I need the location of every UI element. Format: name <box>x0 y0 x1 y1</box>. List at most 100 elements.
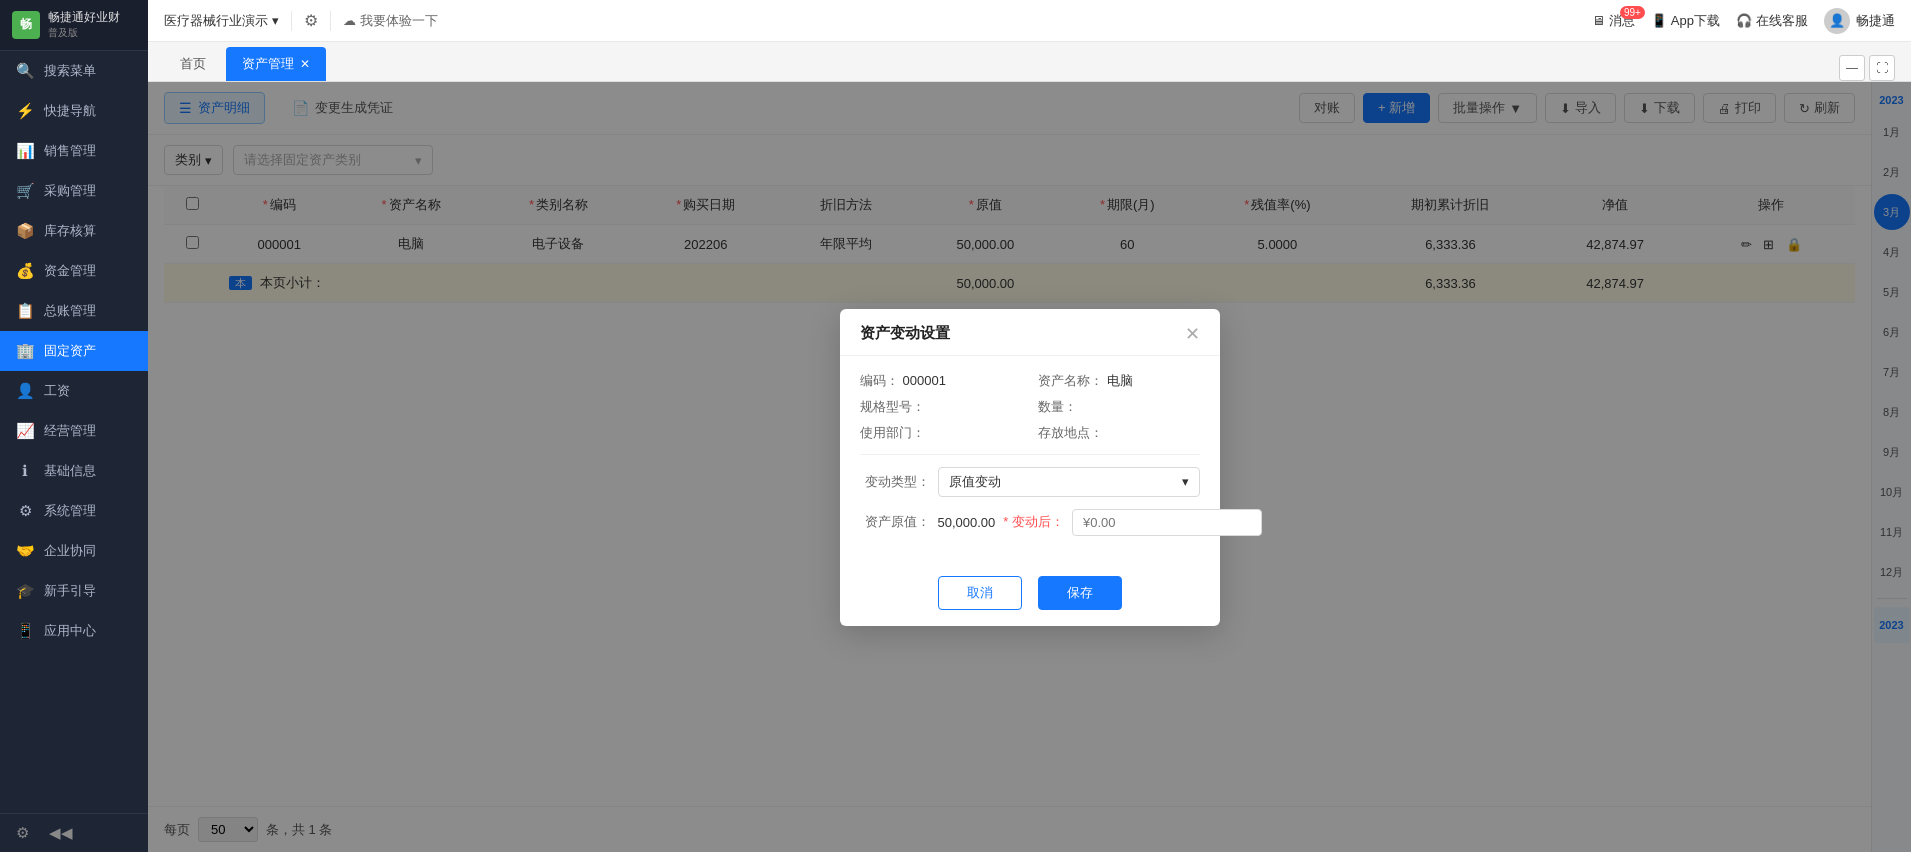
sidebar-item-label: 经营管理 <box>44 422 96 440</box>
save-button[interactable]: 保存 <box>1038 576 1122 610</box>
app-title: 畅捷通好业财 <box>48 10 120 26</box>
tabbar: 首页 资产管理 ✕ — ⛶ <box>148 42 1911 82</box>
asset-name-value: 电脑 <box>1107 372 1133 390</box>
sidebar-item-purchase[interactable]: 🛒 采购管理 <box>0 171 148 211</box>
modal-body: 编码： 000001 资产名称： 电脑 规格型号： 数量： <box>840 356 1220 564</box>
sidebar-nav: 🔍 搜索菜单 ⚡ 快捷导航 📊 销售管理 🛒 采购管理 📦 库存核算 💰 资金管… <box>0 51 148 813</box>
trial-text: 我要体验一下 <box>360 12 438 30</box>
app-download-btn[interactable]: 📱 App下载 <box>1651 12 1720 30</box>
purchase-icon: 🛒 <box>16 182 34 200</box>
sidebar-item-label: 企业协同 <box>44 542 96 560</box>
sidebar-item-sales[interactable]: 📊 销售管理 <box>0 131 148 171</box>
after-change-label: * 变动后： <box>1003 513 1064 531</box>
asset-value-label: 资产原值： <box>860 513 930 531</box>
online-service-label: 在线客服 <box>1756 12 1808 30</box>
sidebar-item-corp-collab[interactable]: 🤝 企业协同 <box>0 531 148 571</box>
sidebar-item-inventory[interactable]: 📦 库存核算 <box>0 211 148 251</box>
sidebar-item-label: 库存核算 <box>44 222 96 240</box>
guide-icon: 🎓 <box>16 582 34 600</box>
change-type-select[interactable]: 原值变动 ▾ <box>938 467 1200 497</box>
window-minimize-btn[interactable]: — <box>1839 55 1865 81</box>
collapse-icon[interactable]: ◀◀ <box>49 824 73 842</box>
topbar-right: 🖥 消息 99+ 📱 App下载 🎧 在线客服 👤 畅捷通 <box>1592 8 1895 34</box>
bell-icon: 🖥 <box>1592 13 1605 28</box>
app-download-label: App下载 <box>1671 12 1720 30</box>
sidebar-item-app-center[interactable]: 📱 应用中心 <box>0 611 148 651</box>
sidebar-item-label: 基础信息 <box>44 462 96 480</box>
modal-info-code: 编码： 000001 <box>860 372 1022 390</box>
modal-overlay: 资产变动设置 ✕ 编码： 000001 资产名称： 电脑 <box>148 82 1911 852</box>
asset-value-display: 50,000.00 <box>938 515 996 530</box>
sidebar-item-label: 应用中心 <box>44 622 96 640</box>
headset-icon: 🎧 <box>1736 13 1752 28</box>
topbar-settings-icon[interactable]: ⚙ <box>304 11 318 30</box>
app-center-icon: 📱 <box>16 622 34 640</box>
cancel-button[interactable]: 取消 <box>938 576 1022 610</box>
company-selector[interactable]: 医疗器械行业演示 ▾ <box>164 12 279 30</box>
sidebar-item-label: 资金管理 <box>44 262 96 280</box>
modal-title: 资产变动设置 <box>860 324 950 343</box>
code-value: 000001 <box>903 373 946 388</box>
sidebar-item-fixed-assets[interactable]: 🏢 固定资产 <box>0 331 148 371</box>
sidebar-footer: ⚙ ◀◀ <box>0 813 148 852</box>
spec-label: 规格型号： <box>860 398 925 416</box>
topbar-divider2 <box>330 11 331 31</box>
window-btns: — ⛶ <box>1839 55 1895 81</box>
sidebar-item-label: 总账管理 <box>44 302 96 320</box>
change-type-label: 变动类型： <box>860 473 930 491</box>
department-label: 使用部门： <box>860 424 925 442</box>
avatar: 👤 <box>1824 8 1850 34</box>
code-label: 编码： <box>860 372 899 390</box>
sales-icon: 📊 <box>16 142 34 160</box>
topbar-divider <box>291 11 292 31</box>
sidebar-item-label: 固定资产 <box>44 342 96 360</box>
corp-collab-icon: 🤝 <box>16 542 34 560</box>
sidebar: 畅 畅捷通好业财 普及版 🔍 搜索菜单 ⚡ 快捷导航 📊 销售管理 🛒 采购管理… <box>0 0 148 852</box>
app-logo: 畅 <box>12 11 40 39</box>
after-change-input[interactable] <box>1072 509 1262 536</box>
trial-btn[interactable]: ☁ 我要体验一下 <box>343 12 438 30</box>
sidebar-item-quick-nav[interactable]: ⚡ 快捷导航 <box>0 91 148 131</box>
sidebar-item-payroll[interactable]: 👤 工资 <box>0 371 148 411</box>
fixed-assets-icon: 🏢 <box>16 342 34 360</box>
location-label: 存放地点： <box>1038 424 1103 442</box>
tab-asset-management[interactable]: 资产管理 ✕ <box>226 47 326 81</box>
change-type-value: 原值变动 <box>949 473 1001 491</box>
asset-name-label: 资产名称： <box>1038 372 1103 390</box>
sidebar-item-guide[interactable]: 🎓 新手引导 <box>0 571 148 611</box>
settings-footer-icon[interactable]: ⚙ <box>16 824 29 842</box>
sidebar-item-label: 快捷导航 <box>44 102 96 120</box>
dropdown-icon: ▾ <box>272 13 279 28</box>
asset-change-modal: 资产变动设置 ✕ 编码： 000001 资产名称： 电脑 <box>840 309 1220 626</box>
tab-home[interactable]: 首页 <box>164 47 222 81</box>
notification-badge: 99+ <box>1620 6 1645 19</box>
sidebar-item-label: 系统管理 <box>44 502 96 520</box>
sidebar-item-funds[interactable]: 💰 资金管理 <box>0 251 148 291</box>
sidebar-item-operations[interactable]: 📈 经营管理 <box>0 411 148 451</box>
sidebar-item-basic-info[interactable]: ℹ 基础信息 <box>0 451 148 491</box>
main-area: 医疗器械行业演示 ▾ ⚙ ☁ 我要体验一下 🖥 消息 99+ 📱 App下载 🎧… <box>148 0 1911 852</box>
sidebar-item-system[interactable]: ⚙ 系统管理 <box>0 491 148 531</box>
modal-header: 资产变动设置 ✕ <box>840 309 1220 356</box>
sidebar-item-label: 搜索菜单 <box>44 62 96 80</box>
sidebar-item-label: 采购管理 <box>44 182 96 200</box>
content-area: ☰ 资产明细 📄 变更生成凭证 对账 + 新增 批量操作 ▼ <box>148 82 1911 852</box>
modal-info-department: 使用部门： <box>860 424 1022 442</box>
window-maximize-btn[interactable]: ⛶ <box>1869 55 1895 81</box>
online-service-btn[interactable]: 🎧 在线客服 <box>1736 12 1808 30</box>
modal-close-icon[interactable]: ✕ <box>1185 323 1200 345</box>
modal-divider <box>860 454 1200 455</box>
mobile-icon: 📱 <box>1651 13 1667 28</box>
system-icon: ⚙ <box>16 502 34 520</box>
sidebar-item-label: 销售管理 <box>44 142 96 160</box>
notification-btn[interactable]: 🖥 消息 99+ <box>1592 12 1635 30</box>
change-type-dropdown-icon: ▾ <box>1182 474 1189 489</box>
quick-nav-icon: ⚡ <box>16 102 34 120</box>
cloud-icon: ☁ <box>343 13 356 28</box>
user-profile[interactable]: 👤 畅捷通 <box>1824 8 1895 34</box>
sidebar-item-ledger[interactable]: 📋 总账管理 <box>0 291 148 331</box>
tab-close-icon[interactable]: ✕ <box>300 57 310 71</box>
sidebar-item-search[interactable]: 🔍 搜索菜单 <box>0 51 148 91</box>
basic-info-icon: ℹ <box>16 462 34 480</box>
modal-info-grid: 编码： 000001 资产名称： 电脑 规格型号： 数量： <box>860 372 1200 442</box>
